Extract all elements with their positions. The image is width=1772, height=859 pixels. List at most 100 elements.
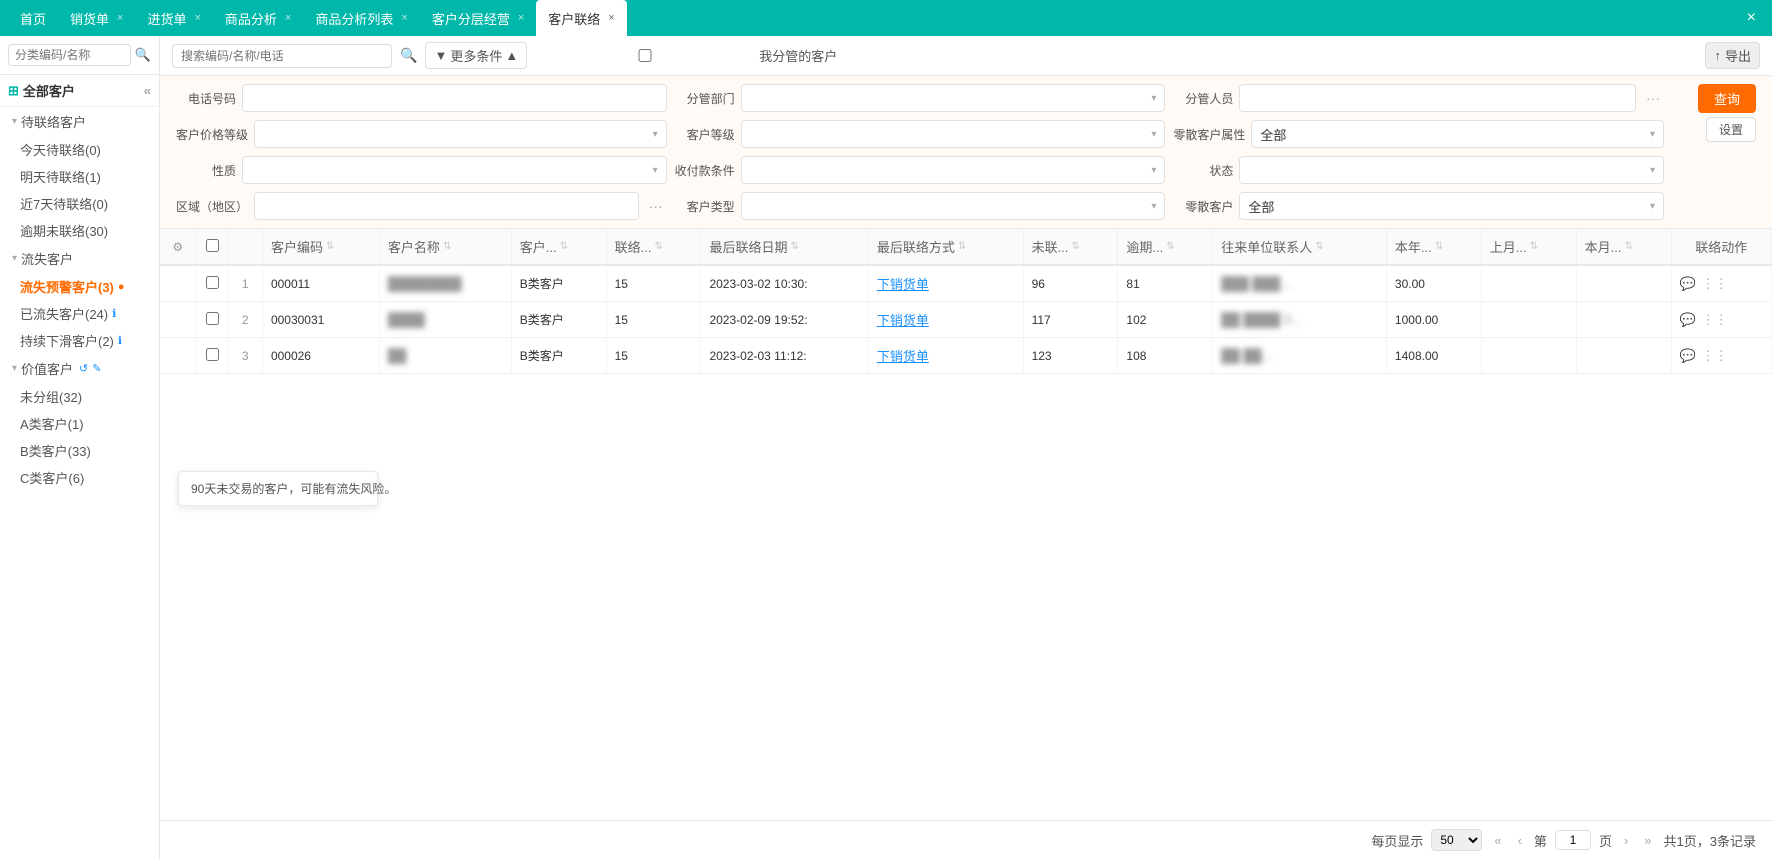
- close-purchase-icon[interactable]: ×: [194, 12, 200, 24]
- tab-sales[interactable]: 销货单 ×: [58, 0, 135, 36]
- col-overdue[interactable]: 逾期... ⇅: [1118, 229, 1213, 265]
- row-contacts-1: 15: [606, 302, 701, 338]
- close-segment-icon[interactable]: ×: [518, 12, 524, 24]
- sidebar-item-tomorrow[interactable]: 明天待联络(1): [0, 163, 159, 190]
- sidebar-item-churn-down[interactable]: 持续下滑客户(2) ℹ: [0, 327, 159, 354]
- row-action-0[interactable]: 💬 ⋮⋮: [1671, 265, 1772, 302]
- action-chat-icon-1[interactable]: 💬: [1680, 312, 1696, 328]
- row-method-0[interactable]: 下销货单: [868, 265, 1023, 302]
- tab-home[interactable]: 首页: [8, 0, 58, 36]
- filter-payment-select[interactable]: ▾: [741, 156, 1166, 184]
- sidebar-group-pending-title[interactable]: ▾ 待联络客户: [0, 107, 159, 136]
- my-customers-checkbox[interactable]: [535, 49, 755, 62]
- filter-status-select[interactable]: ▾: [1239, 156, 1664, 184]
- action-more-icon-1[interactable]: ⋮⋮: [1702, 312, 1728, 328]
- row-checkbox-0[interactable]: [206, 276, 219, 289]
- all-customers-header[interactable]: ⊞ 全部客户 «: [0, 75, 159, 107]
- filter-price-level-select[interactable]: ▾: [254, 120, 667, 148]
- row-thismonth-2: [1576, 338, 1671, 374]
- sidebar-item-week[interactable]: 近7天待联络(0): [0, 190, 159, 217]
- col-last-contact-date[interactable]: 最后联络日期 ⇅: [701, 229, 868, 265]
- row-action-2[interactable]: 💬 ⋮⋮: [1671, 338, 1772, 374]
- filter-customer-type-select[interactable]: ▾: [741, 192, 1166, 220]
- sidebar-group-value-title[interactable]: ▾ 价值客户 ↺ ✎: [0, 354, 159, 383]
- action-chat-icon-0[interactable]: 💬: [1680, 276, 1696, 292]
- sidebar-item-class-b[interactable]: B类客户(33): [0, 437, 159, 464]
- more-conditions-button[interactable]: ▼ 更多条件 ▲: [425, 42, 527, 69]
- close-analysis-icon[interactable]: ×: [285, 12, 291, 24]
- table-wrapper[interactable]: ⚙ 客户编码 ⇅: [160, 229, 1772, 820]
- prev-page-button[interactable]: ‹: [1514, 831, 1526, 850]
- row-checkbox-1[interactable]: [206, 312, 219, 325]
- row-checkbox-2[interactable]: [206, 348, 219, 361]
- col-code[interactable]: 客户编码 ⇅: [262, 229, 379, 265]
- value-edit-icon[interactable]: ✎: [92, 362, 101, 375]
- row-method-1[interactable]: 下销货单: [868, 302, 1023, 338]
- sidebar-item-class-a[interactable]: A类客户(1): [0, 410, 159, 437]
- row-checkbox-cell-2[interactable]: [196, 338, 228, 374]
- search-input[interactable]: [172, 44, 392, 68]
- filter-dept-select[interactable]: ▾: [741, 84, 1166, 112]
- col-this-month[interactable]: 本月... ⇅: [1576, 229, 1671, 265]
- filter-nature-select[interactable]: ▾: [242, 156, 667, 184]
- person-dots-icon[interactable]: ···: [1642, 90, 1664, 106]
- col-unit-contact[interactable]: 往来单位联系人 ⇅: [1213, 229, 1387, 265]
- retail-attr-arrow-icon: ▾: [1650, 129, 1655, 140]
- query-button[interactable]: 查询: [1698, 84, 1756, 113]
- row-checkbox-cell-0[interactable]: [196, 265, 228, 302]
- filter-customer-level-select[interactable]: ▾: [741, 120, 1166, 148]
- tab-customer-segment[interactable]: 客户分层经营 ×: [420, 0, 536, 36]
- tab-customer-contact[interactable]: 客户联络 ×: [536, 0, 626, 36]
- col-contacts[interactable]: 联络... ⇅: [606, 229, 701, 265]
- col-this-year[interactable]: 本年... ⇅: [1386, 229, 1481, 265]
- col-checkbox[interactable]: [196, 229, 228, 265]
- settings-button[interactable]: 设置: [1706, 117, 1756, 142]
- action-more-icon-0[interactable]: ⋮⋮: [1702, 276, 1728, 292]
- filter-retail-select[interactable]: 全部 ▾: [1239, 192, 1664, 220]
- per-page-select[interactable]: 50 100 200: [1431, 829, 1482, 851]
- col-no-contact[interactable]: 未联... ⇅: [1023, 229, 1118, 265]
- close-all-button[interactable]: ×: [1739, 9, 1764, 27]
- row-action-1[interactable]: 💬 ⋮⋮: [1671, 302, 1772, 338]
- sidebar-item-class-c[interactable]: C类客户(6): [0, 464, 159, 491]
- select-all-checkbox[interactable]: [206, 239, 219, 252]
- first-page-button[interactable]: «: [1490, 831, 1505, 850]
- col-name[interactable]: 客户名称 ⇅: [379, 229, 511, 265]
- sidebar-item-today[interactable]: 今天待联络(0): [0, 136, 159, 163]
- my-customers-checkbox-label[interactable]: 我分管的客户: [535, 46, 837, 65]
- tab-purchase[interactable]: 进货单 ×: [135, 0, 212, 36]
- sidebar-search-input[interactable]: [8, 44, 131, 66]
- export-button[interactable]: ↑ 导出: [1705, 42, 1760, 69]
- col-last-month[interactable]: 上月... ⇅: [1481, 229, 1576, 265]
- sidebar-group-churn-title[interactable]: ▾ 流失客户: [0, 244, 159, 273]
- sidebar-item-unsorted[interactable]: 未分组(32): [0, 383, 159, 410]
- page-number-input[interactable]: [1555, 830, 1591, 850]
- row-checkbox-cell-1[interactable]: [196, 302, 228, 338]
- row-nocontact-2: 123: [1023, 338, 1118, 374]
- sidebar-item-churn-predicted[interactable]: 流失预警客户(3) ●: [0, 273, 159, 300]
- col-settings[interactable]: ⚙: [160, 229, 196, 265]
- close-analysis-list-icon[interactable]: ×: [401, 12, 407, 24]
- filter-phone-input[interactable]: [242, 84, 667, 112]
- row-method-2[interactable]: 下销货单: [868, 338, 1023, 374]
- close-contact-icon[interactable]: ×: [608, 12, 614, 24]
- last-page-button[interactable]: »: [1640, 831, 1655, 850]
- col-last-contact-method[interactable]: 最后联络方式 ⇅: [868, 229, 1023, 265]
- filter-retail-attr-select[interactable]: 全部 ▾: [1251, 120, 1664, 148]
- sidebar-item-churn-actual[interactable]: 已流失客户(24) ℹ: [0, 300, 159, 327]
- action-more-icon-2[interactable]: ⋮⋮: [1702, 348, 1728, 364]
- sidebar-item-overdue[interactable]: 逾期未联络(30): [0, 217, 159, 244]
- tab-analysis-list[interactable]: 商品分析列表 ×: [303, 0, 419, 36]
- value-refresh-icon[interactable]: ↺: [79, 362, 88, 375]
- region-dots-icon[interactable]: ···: [645, 198, 667, 214]
- search-button[interactable]: 🔍: [400, 47, 417, 64]
- filter-region-input[interactable]: [254, 192, 639, 220]
- action-chat-icon-2[interactable]: 💬: [1680, 348, 1696, 364]
- next-page-button[interactable]: ›: [1620, 831, 1632, 850]
- col-type[interactable]: 客户... ⇅: [511, 229, 606, 265]
- table-row: 1 000011 ████████ B类客户 15 2023-03-02 10:…: [160, 265, 1772, 302]
- tab-analysis[interactable]: 商品分析 ×: [213, 0, 303, 36]
- filter-person-select[interactable]: [1239, 84, 1636, 112]
- row-thismonth-1: [1576, 302, 1671, 338]
- close-sales-icon[interactable]: ×: [117, 12, 123, 24]
